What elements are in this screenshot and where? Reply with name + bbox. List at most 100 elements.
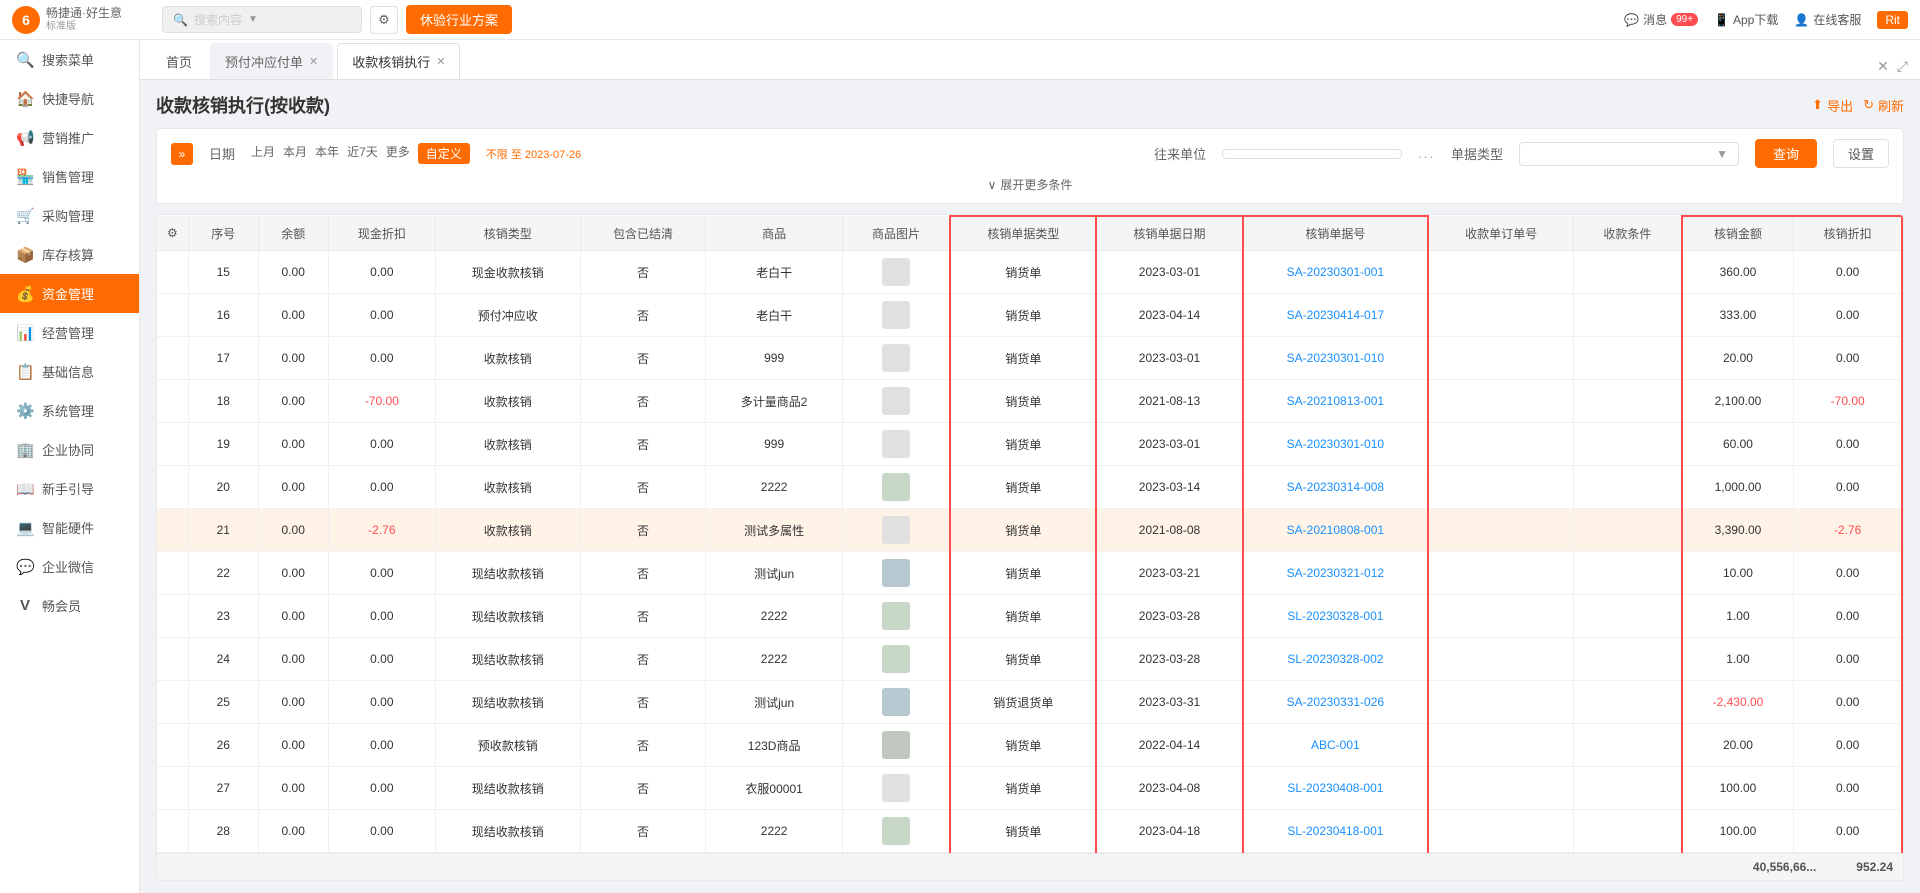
sidebar-item-marketing[interactable]: 📢 营销推广 [0,118,139,157]
search-box[interactable]: 🔍 搜索内容 ▼ [162,6,362,33]
td-doc-no[interactable]: SA-20230301-010 [1243,423,1429,466]
sidebar-item-inventory[interactable]: 📦 库存核算 [0,235,139,274]
td-doc-date: 2023-04-08 [1096,767,1242,810]
gear-button[interactable]: ⚙ [370,6,398,34]
table-row: 27 0.00 0.00 现结收款核销 否 衣服00001 销货单 2023-0… [157,767,1902,810]
col-seq: 序号 [188,216,258,251]
sidebar-item-system[interactable]: ⚙️ 系统管理 [0,391,139,430]
query-button[interactable]: 查询 [1755,139,1817,168]
tab-prepay-close[interactable]: ✕ [309,55,318,68]
td-cash-discount: 0.00 [328,423,435,466]
logo-icon: 6 [12,6,40,34]
td-balance: 0.00 [258,466,328,509]
td-doc-no[interactable]: SA-20210808-001 [1243,509,1429,552]
filter-row-main: » 日期 上月 本月 本年 近7天 更多 自定义 不限 至 2023-07-26 [171,139,1889,168]
td-product-image [842,767,950,810]
col-settings[interactable]: ⚙ [157,216,188,251]
message-icon: 💬 [1624,13,1639,27]
tab-writeoff-close[interactable]: ✕ [436,55,445,68]
sidebar-item-search[interactable]: 🔍 搜索菜单 [0,40,139,79]
sidebar-item-basic[interactable]: 📋 基础信息 [0,352,139,391]
enterprise-icon: 🏢 [16,441,34,459]
dropdown-arrow-icon: ▼ [248,14,258,25]
td-doc-no[interactable]: SA-20210813-001 [1243,380,1429,423]
col-writeoff-type: 核销类型 [435,216,580,251]
td-doc-no[interactable]: SL-20230328-002 [1243,638,1429,681]
logo-text: 畅捷通·好生意 标准版 [46,6,122,32]
sidebar-item-enterprise[interactable]: 🏢 企业协同 [0,430,139,469]
last-month-btn[interactable]: 上月 [251,143,275,164]
td-writeoff-discount: 0.00 [1794,638,1902,681]
sidebar-item-business[interactable]: 📊 经营管理 [0,313,139,352]
sidebar-item-hardware[interactable]: 💻 智能硬件 [0,508,139,547]
td-receipt-order-no [1428,251,1573,294]
sidebar-item-purchase[interactable]: 🛒 采购管理 [0,196,139,235]
td-receipt-condition [1574,681,1682,724]
voucher-type-select[interactable]: ▼ [1519,142,1739,166]
expand-more-button[interactable]: ∨ 展开更多条件 [988,176,1073,193]
this-year-btn[interactable]: 本年 [315,143,339,164]
refresh-button[interactable]: ↻ 刷新 [1863,96,1904,115]
td-receipt-order-no [1428,294,1573,337]
td-doc-no[interactable]: SA-20230301-001 [1243,251,1429,294]
td-doc-no[interactable]: SL-20230408-001 [1243,767,1429,810]
date-range-text: 不限 至 2023-07-26 [486,146,581,162]
td-doc-date: 2023-04-14 [1096,294,1242,337]
industry-button[interactable]: 休验行业方案 [406,5,512,34]
expand-filter-button[interactable]: » [171,143,193,165]
custom-date-btn[interactable]: 自定义 [418,143,470,164]
data-table-wrapper[interactable]: ⚙ 序号 余额 现金折扣 核销类型 包含已结清 商品 商品图片 核销单据类型 核… [156,214,1904,881]
sidebar-item-sales[interactable]: 🏪 销售管理 [0,157,139,196]
td-doc-no[interactable]: SA-20230331-026 [1243,681,1429,724]
td-doc-no[interactable]: SL-20230328-001 [1243,595,1429,638]
td-doc-type: 销货单 [950,638,1096,681]
last7days-btn[interactable]: 近7天 [347,143,378,164]
setting-button[interactable]: 设置 [1833,139,1889,168]
online-service-button[interactable]: 👤 在线客服 [1794,11,1861,28]
restore-window-icon[interactable]: ⤢ [1897,58,1908,75]
td-cash-discount: -2.76 [328,509,435,552]
export-button[interactable]: ⬆ 导出 [1812,96,1853,115]
td-cash-discount: 0.00 [328,638,435,681]
user-avatar[interactable]: Rit [1877,11,1908,29]
td-doc-no[interactable]: SA-20230321-012 [1243,552,1429,595]
td-doc-date: 2023-03-01 [1096,423,1242,466]
sidebar-item-finance[interactable]: 💰 资金管理 [0,274,139,313]
table-row: 16 0.00 0.00 预付冲应收 否 老白干 销货单 2023-04-14 … [157,294,1902,337]
td-included-cleared: 否 [580,466,706,509]
tab-writeoff[interactable]: 收款核销执行 ✕ [337,43,460,79]
td-doc-no[interactable]: SA-20230301-010 [1243,337,1429,380]
sidebar-item-member[interactable]: V 畅会员 [0,586,139,625]
more-date-btn[interactable]: 更多 [386,143,410,164]
export-icon: ⬆ [1812,97,1823,113]
tab-bar: 首页 预付冲应付单 ✕ 收款核销执行 ✕ ✕ ⤢ [140,40,1920,80]
col-cash-discount: 现金折扣 [328,216,435,251]
td-doc-date: 2023-03-01 [1096,337,1242,380]
tab-bar-right: ✕ ⤢ [1877,58,1908,79]
expand-chevron-icon: ∨ [988,178,997,192]
td-cash-discount: -70.00 [328,380,435,423]
sidebar-item-wechat[interactable]: 💬 企业微信 [0,547,139,586]
td-doc-no[interactable]: ABC-001 [1243,724,1429,767]
td-product-image [842,724,950,767]
member-icon: V [16,597,34,614]
sidebar-item-quicknav[interactable]: 🏠 快捷导航 [0,79,139,118]
this-month-btn[interactable]: 本月 [283,143,307,164]
td-doc-no[interactable]: SA-20230414-017 [1243,294,1429,337]
from-unit-input[interactable] [1222,149,1402,159]
message-button[interactable]: 💬 消息 99+ [1624,11,1698,28]
app-download-button[interactable]: 📱 App下载 [1714,11,1778,28]
sidebar-item-guide[interactable]: 📖 新手引导 [0,469,139,508]
td-included-cleared: 否 [580,509,706,552]
tab-home[interactable]: 首页 [152,43,206,79]
td-balance: 0.00 [258,251,328,294]
table-row: 26 0.00 0.00 预收款核销 否 123D商品 销货单 2022-04-… [157,724,1902,767]
td-product-image [842,552,950,595]
product-image-thumb [882,645,910,673]
close-window-icon[interactable]: ✕ [1877,58,1889,75]
td-doc-no[interactable]: SA-20230314-008 [1243,466,1429,509]
td-doc-no[interactable]: SL-20230418-001 [1243,810,1429,853]
td-writeoff-discount: 0.00 [1794,767,1902,810]
tab-prepay[interactable]: 预付冲应付单 ✕ [210,43,333,79]
td-seq: 22 [188,552,258,595]
